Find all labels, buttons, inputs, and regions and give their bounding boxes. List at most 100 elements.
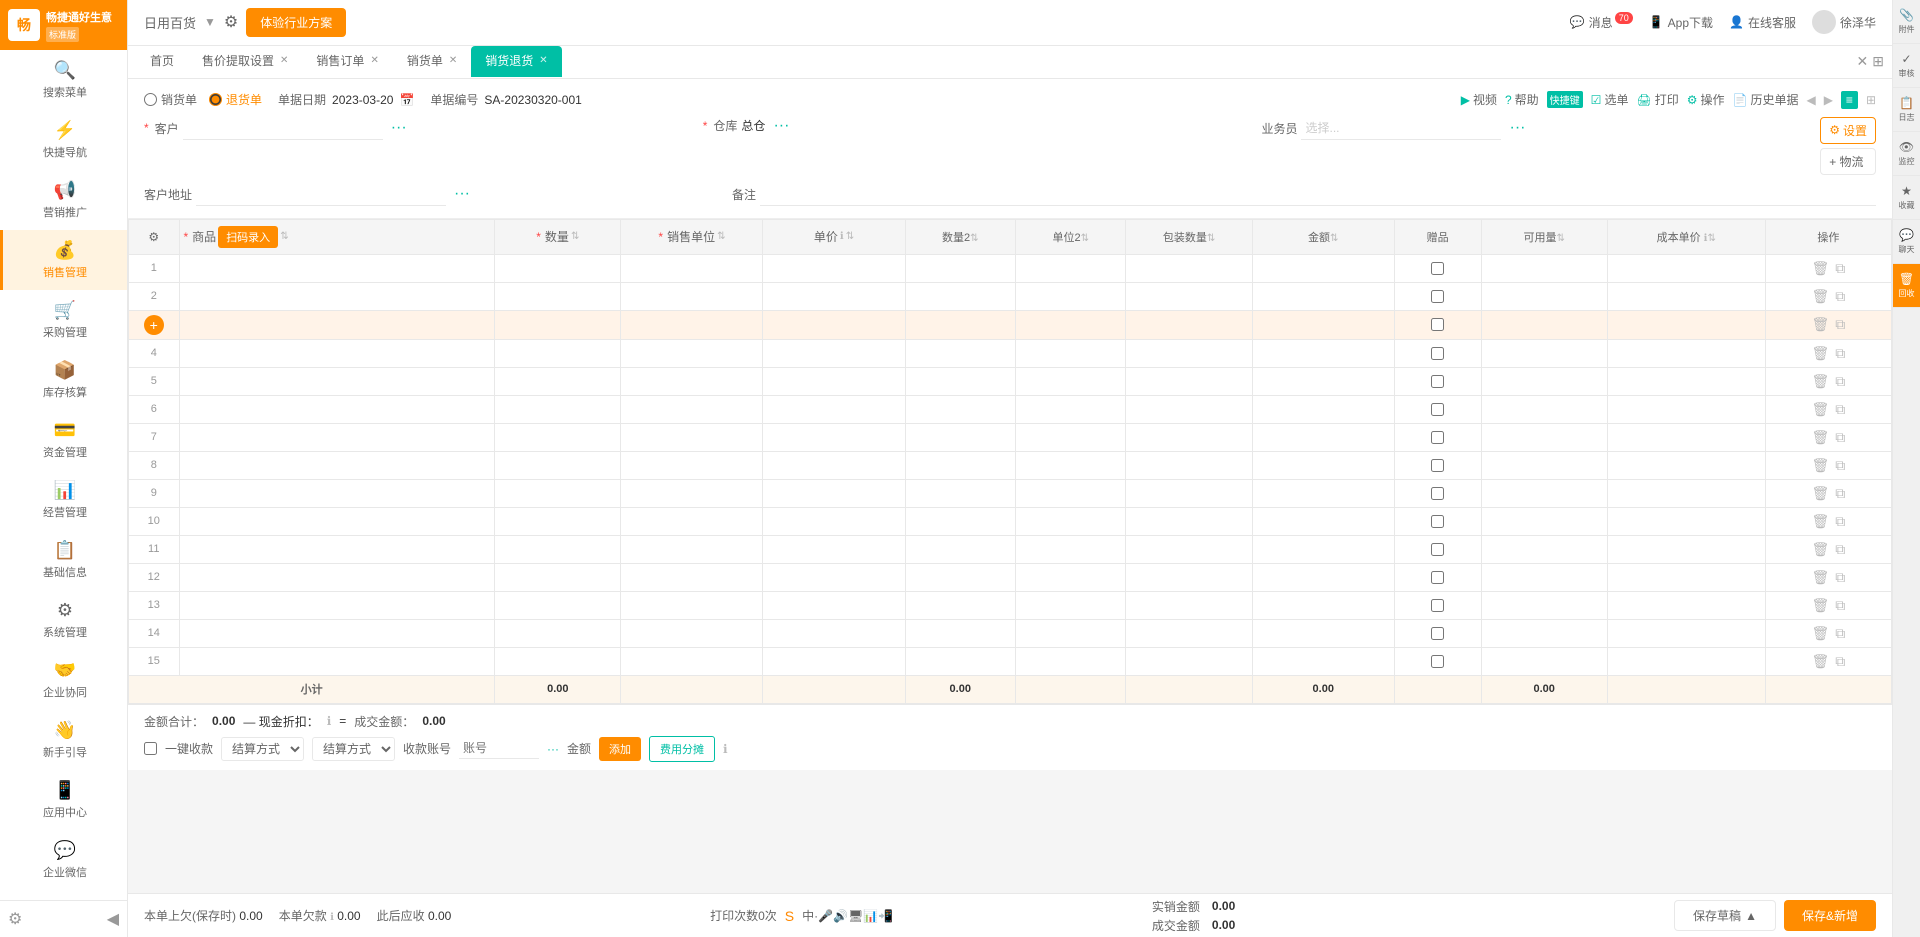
- copy-row-icon[interactable]: ⧉: [1835, 345, 1845, 362]
- logistics-side-btn[interactable]: + 物流: [1820, 148, 1876, 175]
- topbar-dropdown-icon[interactable]: ▼: [204, 15, 216, 29]
- staff-more-icon[interactable]: ···: [1509, 119, 1525, 137]
- copy-row-icon[interactable]: ⧉: [1835, 401, 1845, 418]
- gift-checkbox[interactable]: [1431, 515, 1444, 528]
- calc-method-select[interactable]: 结算方式: [221, 737, 304, 761]
- table-settings-icon[interactable]: ⚙: [148, 230, 159, 244]
- copy-row-icon[interactable]: ⧉: [1835, 485, 1845, 502]
- delete-row-icon[interactable]: 🗑: [1811, 429, 1829, 446]
- sidebar-item-member[interactable]: 👑 畅会员: [0, 890, 127, 900]
- delete-row-icon[interactable]: 🗑: [1811, 625, 1829, 642]
- copy-row-icon[interactable]: ⧉: [1835, 597, 1845, 614]
- delete-row-icon[interactable]: 🗑: [1811, 260, 1829, 277]
- fee-info-icon[interactable]: ℹ: [723, 742, 728, 756]
- sidebar-item-guide[interactable]: 👋 新手引导: [0, 710, 127, 770]
- gift-checkbox[interactable]: [1431, 290, 1444, 303]
- delete-row-icon[interactable]: 🗑: [1811, 485, 1829, 502]
- sidebar-item-operations[interactable]: 📊 经营管理: [0, 470, 127, 530]
- copy-row-icon[interactable]: ⧉: [1835, 457, 1845, 474]
- product-input[interactable]: [184, 318, 491, 332]
- scan-barcode-btn[interactable]: 扫码录入: [218, 226, 278, 248]
- trial-btn[interactable]: 体验行业方案: [246, 8, 346, 37]
- delete-row-icon[interactable]: 🗑: [1811, 653, 1829, 670]
- sidebar-item-purchase[interactable]: 🛒 采购管理: [0, 290, 127, 350]
- sidebar-item-inventory[interactable]: 📦 库存核算: [0, 350, 127, 410]
- panel-monitor[interactable]: 👁 监控: [1893, 132, 1920, 176]
- customer-more-icon[interactable]: ···: [391, 119, 407, 137]
- sidebar-item-wechat[interactable]: 💬 企业微信: [0, 830, 127, 890]
- account-input[interactable]: [459, 738, 539, 759]
- panel-approval[interactable]: ✓ 审核: [1893, 44, 1920, 88]
- delete-row-icon[interactable]: 🗑: [1811, 373, 1829, 390]
- panel-chat[interactable]: 💬 聊天: [1893, 220, 1920, 264]
- gift-checkbox[interactable]: [1431, 571, 1444, 584]
- sidebar-item-marketing[interactable]: 📢 营销推广: [0, 170, 127, 230]
- gift-checkbox[interactable]: [1431, 655, 1444, 668]
- sidebar-item-system[interactable]: ⚙ 系统管理: [0, 590, 127, 650]
- sidebar-item-sales[interactable]: 💰 销售管理: [0, 230, 127, 290]
- tab-sales-return[interactable]: 销货退货 ✕: [471, 46, 561, 77]
- tab-sales-delivery[interactable]: 销货单 ✕: [393, 46, 471, 77]
- delete-row-icon[interactable]: 🗑: [1811, 457, 1829, 474]
- copy-row-icon[interactable]: ⧉: [1835, 316, 1845, 333]
- tab-close-icon[interactable]: ✕: [370, 55, 378, 66]
- gift-checkbox[interactable]: [1431, 543, 1444, 556]
- gift-checkbox[interactable]: [1431, 318, 1444, 331]
- copy-row-icon[interactable]: ⧉: [1835, 429, 1845, 446]
- summary-method-select[interactable]: 结算方式: [312, 737, 395, 761]
- gift-checkbox[interactable]: [1431, 403, 1444, 416]
- address-input[interactable]: [196, 183, 446, 206]
- video-btn[interactable]: ▶ 视频: [1461, 91, 1497, 108]
- sidebar-item-shortcut[interactable]: ⚡ 快捷导航: [0, 110, 127, 170]
- delete-row-icon[interactable]: 🗑: [1811, 345, 1829, 362]
- topbar-user[interactable]: 徐泽华: [1812, 10, 1876, 34]
- copy-row-icon[interactable]: ⧉: [1835, 288, 1845, 305]
- operation-btn[interactable]: ⚙ 操作: [1687, 91, 1725, 108]
- gift-checkbox[interactable]: [1431, 347, 1444, 360]
- one-key-payment-checkbox[interactable]: [144, 742, 157, 755]
- delete-row-icon[interactable]: 🗑: [1811, 541, 1829, 558]
- sidebar-item-appstore[interactable]: 📱 应用中心: [0, 770, 127, 830]
- save-new-btn[interactable]: 保存&新增: [1784, 900, 1876, 931]
- sidebar-item-corp[interactable]: 🤝 企业协同: [0, 650, 127, 710]
- calendar-icon[interactable]: 📅: [399, 93, 414, 107]
- delete-row-icon[interactable]: 🗑: [1811, 569, 1829, 586]
- sidebar-item-search[interactable]: 🔍 搜索菜单: [0, 50, 127, 110]
- delete-row-icon[interactable]: 🗑: [1811, 401, 1829, 418]
- shortcut-btn[interactable]: 快捷键: [1547, 91, 1583, 108]
- copy-row-icon[interactable]: ⧉: [1835, 541, 1845, 558]
- tab-close-active-icon[interactable]: ✕: [539, 55, 547, 66]
- delete-row-icon[interactable]: 🗑: [1811, 597, 1829, 614]
- tab-close-all-icon[interactable]: ✕: [1857, 53, 1869, 70]
- copy-row-icon[interactable]: ⧉: [1835, 653, 1845, 670]
- panel-recycle[interactable]: 🗑 回收: [1893, 264, 1920, 308]
- topbar-messages[interactable]: 💬 消息 70: [1570, 14, 1633, 31]
- delete-row-icon[interactable]: 🗑: [1811, 316, 1829, 333]
- tab-layout-icon[interactable]: ⊞: [1872, 53, 1884, 70]
- delete-row-icon[interactable]: 🗑: [1811, 288, 1829, 305]
- gift-checkbox[interactable]: [1431, 599, 1444, 612]
- history-btn[interactable]: 📄 历史单据: [1732, 91, 1798, 108]
- add-row-btn[interactable]: +: [144, 315, 164, 335]
- view-grid-icon[interactable]: ⊞: [1866, 93, 1876, 107]
- account-more-icon[interactable]: ···: [547, 742, 559, 756]
- tab-price-extract[interactable]: 售价提取设置 ✕: [188, 46, 302, 77]
- discount-info-icon[interactable]: ℹ: [327, 714, 332, 728]
- sidebar-item-basics[interactable]: 📋 基础信息: [0, 530, 127, 590]
- fee-split-btn[interactable]: 费用分摊: [649, 736, 715, 762]
- tab-close-icon[interactable]: ✕: [280, 55, 288, 66]
- sidebar-collapse-icon[interactable]: ◀: [107, 909, 119, 929]
- topbar-app-download[interactable]: 📱 App下载: [1649, 14, 1713, 31]
- gift-checkbox[interactable]: [1431, 627, 1444, 640]
- copy-row-icon[interactable]: ⧉: [1835, 260, 1845, 277]
- gift-checkbox[interactable]: [1431, 375, 1444, 388]
- gift-checkbox[interactable]: [1431, 262, 1444, 275]
- customer-input[interactable]: [183, 117, 383, 140]
- topbar-settings-icon[interactable]: ⚙: [224, 12, 238, 32]
- gift-checkbox[interactable]: [1431, 487, 1444, 500]
- gift-checkbox[interactable]: [1431, 431, 1444, 444]
- sidebar-settings-icon[interactable]: ⚙: [8, 909, 22, 929]
- settings-side-btn[interactable]: ⚙ 设置: [1820, 117, 1876, 144]
- panel-attachment[interactable]: 📎 附件: [1893, 0, 1920, 44]
- address-more-icon[interactable]: ···: [454, 185, 470, 203]
